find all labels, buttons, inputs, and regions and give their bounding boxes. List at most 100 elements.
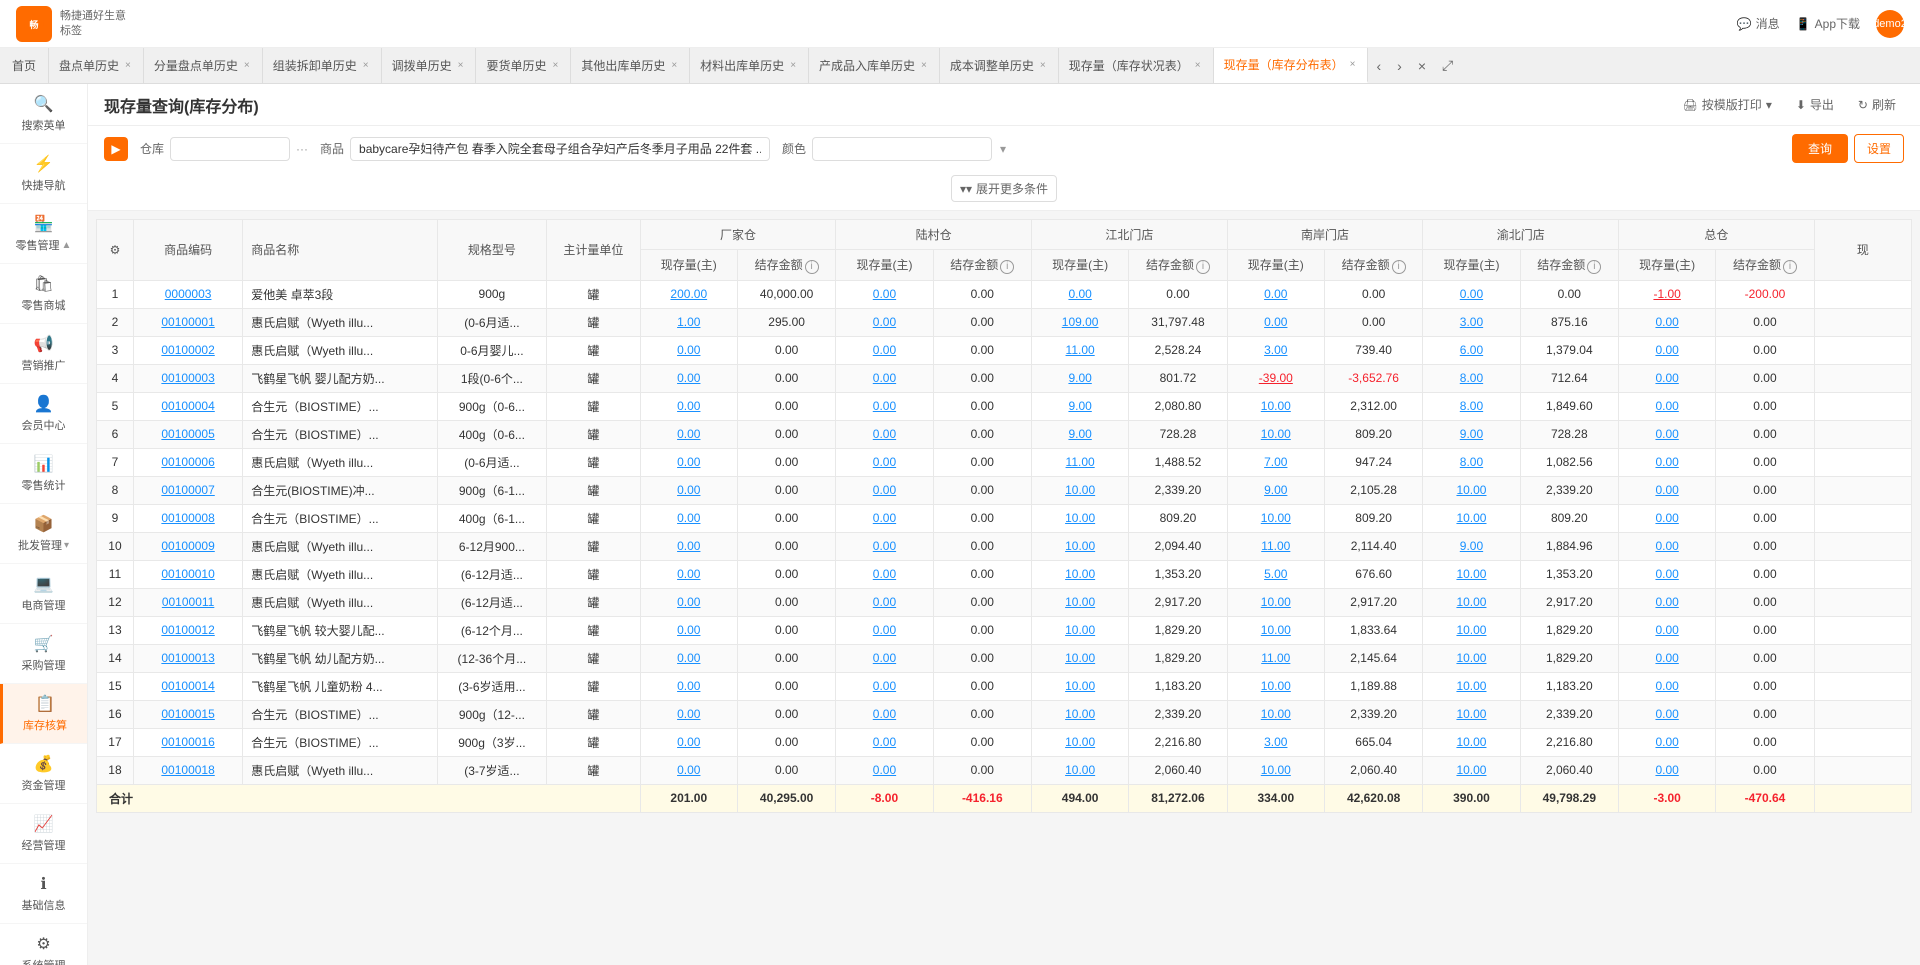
- tab-prev-btn[interactable]: ‹: [1368, 48, 1389, 83]
- tab-zzccjh[interactable]: 组装拆卸单历史 ×: [263, 48, 382, 83]
- sidebar-item-quicknav[interactable]: ⚡ 快捷导航: [0, 144, 87, 204]
- sidebar-item-wholesale[interactable]: 📦 批发管理 ▾: [0, 504, 87, 564]
- cell-no: 16: [97, 700, 134, 728]
- tab-next-btn[interactable]: ›: [1389, 48, 1410, 83]
- sidebar-item-operations[interactable]: 📈 经营管理: [0, 804, 87, 864]
- tab-close-clcklh[interactable]: ×: [788, 58, 798, 73]
- yb-amt-info-icon[interactable]: i: [1587, 260, 1601, 274]
- user-menu-btn[interactable]: demo2: [1876, 10, 1904, 38]
- expand-conditions-btn[interactable]: ▾▾ 展开更多条件: [951, 175, 1057, 202]
- settings-btn[interactable]: 设置: [1854, 134, 1904, 163]
- table-row: 17 00100016 合生元（BIOSTIME）... 900g（3岁... …: [97, 728, 1912, 756]
- cell-na-amt: 665.04: [1324, 728, 1422, 756]
- tab-close-yhdrh[interactable]: ×: [550, 58, 560, 73]
- tab-close-ccrklh[interactable]: ×: [919, 58, 929, 73]
- tab-xclkczk[interactable]: 现存量（库存状况表） ×: [1059, 48, 1214, 83]
- top-bar: 畅 畅捷通好生意 标签 💬 消息 📱 App下载 demo2: [0, 0, 1920, 48]
- tab-close-xclkczk[interactable]: ×: [1193, 58, 1203, 73]
- cell-l-qty: 0.00: [836, 448, 933, 476]
- data-table: ⚙ 商品编码 商品名称 规格型号 主计量单位 厂家仓 陆村仓 江北门店 南岸门店…: [96, 219, 1912, 813]
- sidebar-item-finance[interactable]: 💰 资金管理: [0, 744, 87, 804]
- tab-xclkcfb[interactable]: 现存量（库存分布表） ×: [1214, 48, 1369, 83]
- tab-close-pddlh[interactable]: ×: [123, 58, 133, 73]
- cell-unit: 罐: [547, 728, 641, 756]
- cell-yb-amt: 0.00: [1520, 280, 1618, 308]
- cell-unit: 罐: [547, 476, 641, 504]
- app-download-btn[interactable]: 📱 App下载: [1796, 15, 1860, 32]
- search-btn[interactable]: 查询: [1792, 134, 1848, 163]
- f-amt-info-icon[interactable]: i: [805, 260, 819, 274]
- export-btn[interactable]: ⬇ 导出: [1788, 92, 1842, 117]
- cell-jb-amt: 0.00: [1129, 280, 1227, 308]
- cell-x-qty: [1814, 336, 1911, 364]
- sidebar-item-retail-mall[interactable]: 🛍 零售商城: [0, 264, 87, 324]
- th-zc-amt: 结存金额i: [1716, 250, 1814, 281]
- sidebar-item-retail-mgmt[interactable]: 🏪 零售管理 ▲: [0, 204, 87, 264]
- tab-close-all-btn[interactable]: ×: [1410, 48, 1434, 83]
- cell-spec: 900g（12-...: [437, 700, 546, 728]
- cell-l-qty: 0.00: [836, 560, 933, 588]
- tab-home[interactable]: 首页: [0, 48, 49, 83]
- th-group-yubei: 渝北门店: [1423, 220, 1619, 250]
- sidebar-item-member[interactable]: 👤 会员中心: [0, 384, 87, 444]
- tab-yhdrh[interactable]: 要货单历史 ×: [476, 48, 571, 83]
- sidebar-item-ecommerce[interactable]: 💻 电商管理: [0, 564, 87, 624]
- cell-l-amt: 0.00: [933, 700, 1031, 728]
- jb-amt-info-icon[interactable]: i: [1196, 260, 1210, 274]
- tab-ccrklh[interactable]: 产成品入库单历史 ×: [809, 48, 940, 83]
- sidebar-item-system[interactable]: ⚙ 系统管理: [0, 924, 87, 965]
- tab-close-qtcklh[interactable]: ×: [669, 58, 679, 73]
- total-l-qty: -8.00: [836, 784, 933, 812]
- cell-l-amt: 0.00: [933, 728, 1031, 756]
- tab-expand-btn[interactable]: ⤢: [1434, 48, 1461, 83]
- tab-close-zzccjh[interactable]: ×: [361, 58, 371, 73]
- sidebar-item-search[interactable]: 🔍 搜索英单: [0, 84, 87, 144]
- cell-na-amt: 1,833.64: [1324, 616, 1422, 644]
- message-btn[interactable]: 💬 消息: [1737, 15, 1780, 32]
- na-amt-info-icon[interactable]: i: [1392, 260, 1406, 274]
- tab-qtcklh[interactable]: 其他出库单历史 ×: [571, 48, 690, 83]
- sidebar-item-marketing[interactable]: 📢 营销推广: [0, 324, 87, 384]
- print-btn[interactable]: 🖨 按模版打印 ▾: [1675, 92, 1780, 117]
- tab-close-dblh[interactable]: ×: [456, 58, 466, 73]
- tab-pddlh[interactable]: 盘点单历史 ×: [49, 48, 144, 83]
- warehouse-input[interactable]: [170, 137, 290, 161]
- sidebar-item-inventory[interactable]: 📋 库存核算: [0, 684, 87, 744]
- sidebar-item-retail-stats[interactable]: 📊 零售统计: [0, 444, 87, 504]
- cell-name: 合生元（BIOSTIME）...: [243, 504, 437, 532]
- cell-x-qty: [1814, 616, 1911, 644]
- cell-spec: (3-6岁适用...: [437, 672, 546, 700]
- cell-jb-qty: 9.00: [1032, 364, 1129, 392]
- cell-f-amt: 0.00: [737, 588, 835, 616]
- total-yb-qty: 390.00: [1423, 784, 1520, 812]
- cell-f-amt: 40,000.00: [737, 280, 835, 308]
- chevron-down-icon: ▲: [62, 240, 72, 251]
- tab-dblh[interactable]: 调拨单历史 ×: [382, 48, 477, 83]
- sidebar-item-basic-info[interactable]: ℹ 基础信息: [0, 864, 87, 924]
- system-icon: ⚙: [36, 934, 50, 954]
- tab-cbtzslh[interactable]: 成本调整单历史 ×: [940, 48, 1059, 83]
- purchase-icon: 🛒: [34, 634, 54, 654]
- color-input[interactable]: [812, 137, 992, 161]
- cell-name: 惠氏启赋（Wyeth illu...: [243, 560, 437, 588]
- tab-clcklh[interactable]: 材料出库单历史 ×: [690, 48, 809, 83]
- filter-toggle-btn[interactable]: ▶: [104, 137, 128, 161]
- cell-unit: 罐: [547, 672, 641, 700]
- cell-yb-qty: 10.00: [1423, 644, 1520, 672]
- table-row: 6 00100005 合生元（BIOSTIME）... 400g（0-6... …: [97, 420, 1912, 448]
- table-row: 15 00100014 飞鹤星飞帆 儿童奶粉 4... (3-6岁适用... 罐…: [97, 672, 1912, 700]
- tab-close-flpddlh[interactable]: ×: [242, 58, 252, 73]
- product-input[interactable]: [350, 137, 770, 161]
- l-amt-info-icon[interactable]: i: [1000, 260, 1014, 274]
- cell-na-qty: 10.00: [1227, 672, 1324, 700]
- zc-amt-info-icon[interactable]: i: [1783, 260, 1797, 274]
- tab-close-xclkcfb[interactable]: ×: [1348, 57, 1358, 72]
- sidebar-item-purchase[interactable]: 🛒 采购管理: [0, 624, 87, 684]
- th-settings-icon[interactable]: ⚙: [97, 220, 134, 281]
- cell-jb-amt: 2,917.20: [1129, 588, 1227, 616]
- tab-close-cbtzslh[interactable]: ×: [1038, 58, 1048, 73]
- table-container[interactable]: ⚙ 商品编码 商品名称 规格型号 主计量单位 厂家仓 陆村仓 江北门店 南岸门店…: [88, 211, 1920, 965]
- refresh-btn[interactable]: ↻ 刷新: [1850, 92, 1904, 117]
- cell-spec: 900g（0-6...: [437, 392, 546, 420]
- tab-flpddlh[interactable]: 分量盘点单历史 ×: [144, 48, 263, 83]
